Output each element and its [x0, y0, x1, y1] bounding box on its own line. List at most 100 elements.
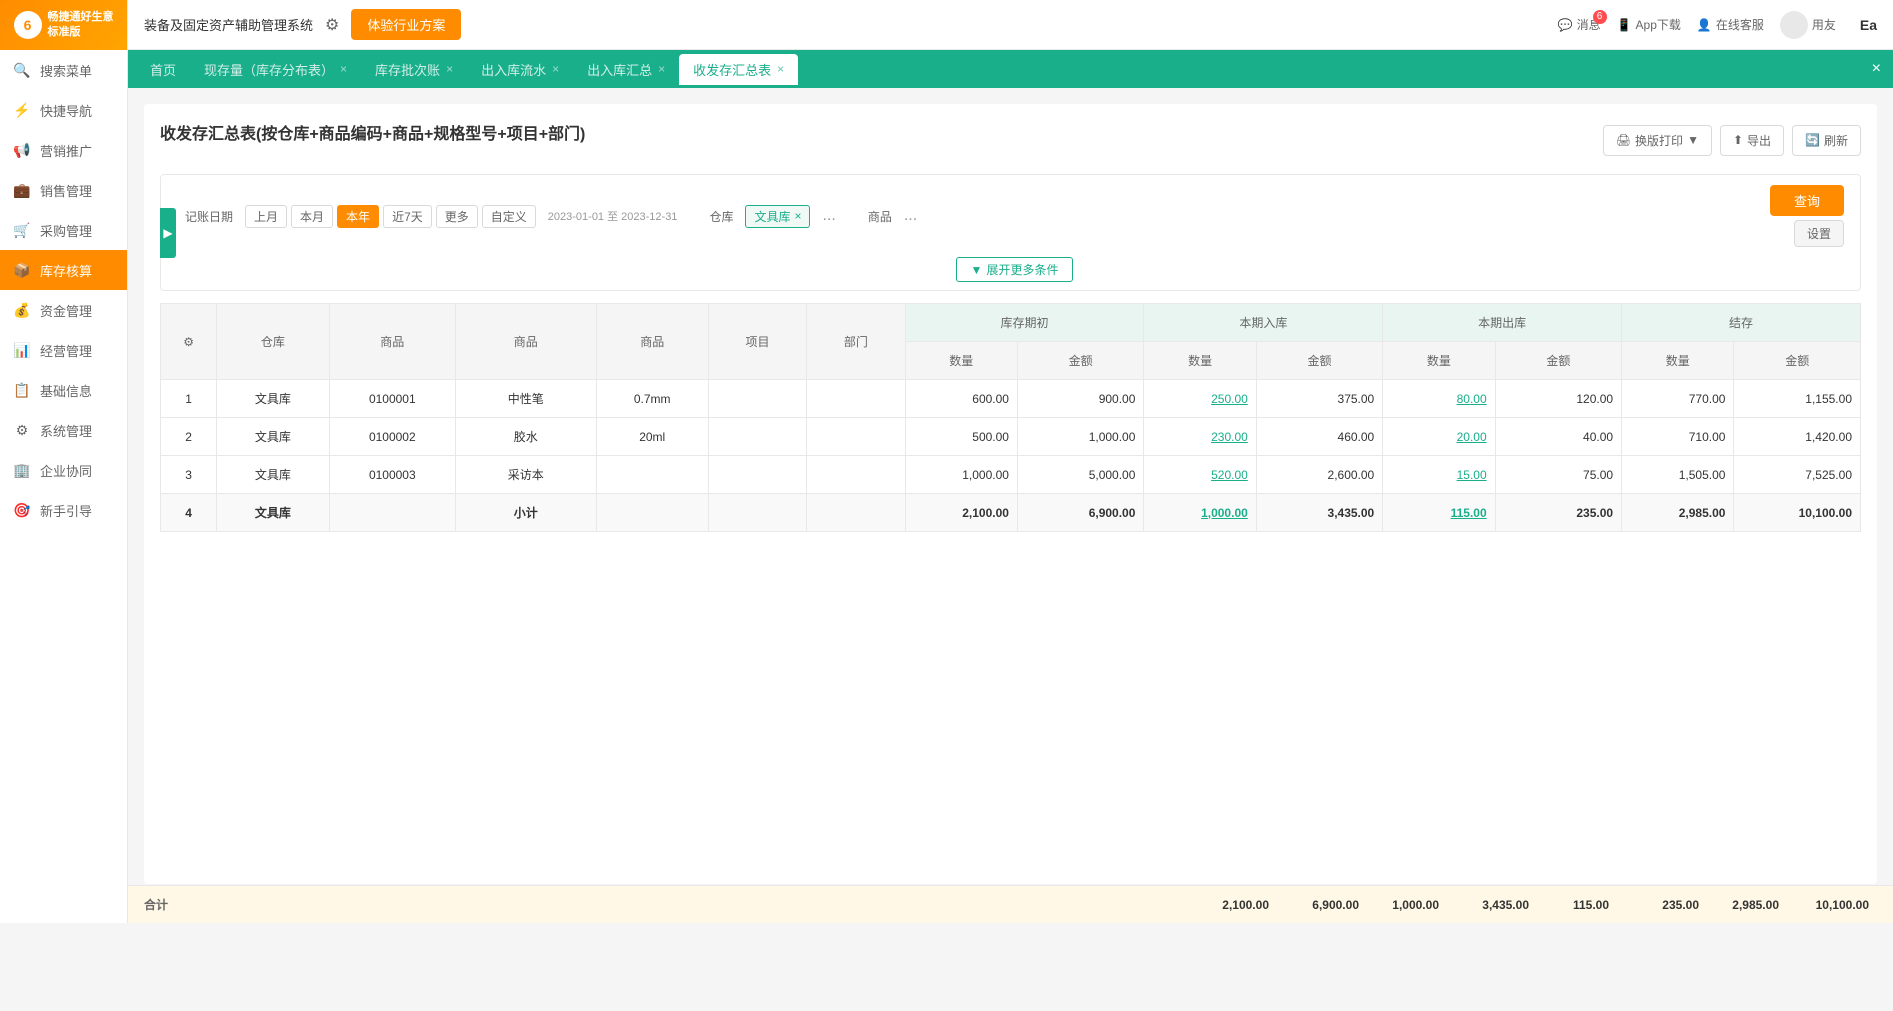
sidebar-item-inventory[interactable]: 📦 库存核算	[0, 250, 127, 290]
settings-button[interactable]: 设置	[1794, 220, 1844, 247]
tab-inout-flow[interactable]: 出入库流水×	[467, 54, 573, 85]
tab-label-receive-summary: 收发存汇总表	[693, 60, 771, 79]
tab-label-inventory-dist: 现存量（库存分布表）	[204, 60, 334, 79]
settings-col-header[interactable]: ⚙	[161, 304, 217, 380]
row-1-dept	[807, 418, 905, 456]
row-0-name: 中性笔	[456, 380, 596, 418]
message-button[interactable]: 💬 消息 6	[1558, 16, 1601, 33]
total-open-amt: 6,900.00	[1277, 898, 1367, 912]
th-open-qty: 数量	[905, 342, 1017, 380]
row-1-close-qty: 710.00	[1622, 418, 1734, 456]
warehouse-dots[interactable]: ...	[822, 207, 835, 225]
subtotal-in-qty[interactable]: 1,000.00	[1144, 494, 1256, 532]
top-right-ea: Ea	[1860, 17, 1877, 33]
sidebar-item-operations[interactable]: 📊 经营管理	[0, 330, 127, 370]
data-table: ⚙ 仓库 商品 商品 商品 项目 部门 库存期初 本期入库 本期出库 结存	[160, 303, 1861, 532]
filter-collapse-button[interactable]: ▶	[160, 208, 176, 258]
date-btn-this-year[interactable]: 本年	[337, 205, 379, 228]
th-opening-group: 库存期初	[905, 304, 1144, 342]
online-service-label: 在线客服	[1716, 16, 1764, 33]
export-button[interactable]: ⬆ 导出	[1720, 125, 1784, 156]
row-1-in-qty[interactable]: 230.00	[1144, 418, 1256, 456]
th-name: 商品	[456, 304, 596, 380]
tab-batch[interactable]: 库存批次账 ×	[361, 54, 467, 85]
row-2-open-qty: 1,000.00	[905, 456, 1017, 494]
refresh-button[interactable]: 🔄 刷新	[1792, 125, 1861, 156]
th-in-group: 本期入库	[1144, 304, 1383, 342]
date-btn-this-month[interactable]: 本月	[291, 205, 333, 228]
tab-close-batch[interactable]: ×	[446, 62, 453, 76]
row-1-index: 2	[161, 418, 217, 456]
tab-close-inout-summary[interactable]: ×	[658, 62, 665, 76]
row-1-project	[708, 418, 806, 456]
system-title: 装备及固定资产辅助管理系统	[144, 15, 313, 34]
tab-close-inventory-dist[interactable]: ×	[340, 62, 347, 76]
tab-close-receive-summary[interactable]: ×	[777, 62, 784, 76]
row-0-project	[708, 380, 806, 418]
tab-inout-summary[interactable]: 出入库汇总×	[573, 54, 679, 85]
query-button[interactable]: 查询	[1770, 185, 1844, 216]
experience-button[interactable]: 体验行业方案	[351, 9, 461, 40]
tab-label-batch: 库存批次账	[375, 60, 440, 79]
gear-icon[interactable]: ⚙	[325, 15, 339, 35]
tab-inventory-dist[interactable]: 现存量（库存分布表） ×	[190, 54, 361, 85]
sidebar-item-purchase[interactable]: 🛒 采购管理	[0, 210, 127, 250]
row-0-open-qty: 600.00	[905, 380, 1017, 418]
sidebar-item-system[interactable]: ⚙ 系统管理	[0, 410, 127, 450]
tab-home[interactable]: 首页	[136, 54, 190, 85]
sidebar-item-quick-nav[interactable]: ⚡ 快捷导航	[0, 90, 127, 130]
subtotal-out-qty[interactable]: 115.00	[1383, 494, 1495, 532]
search-icon: 🔍	[12, 60, 32, 80]
app-download-label: App下载	[1636, 16, 1681, 33]
print-dropdown-icon: ▼	[1687, 133, 1699, 147]
online-service-button[interactable]: 👤 在线客服	[1697, 16, 1764, 33]
print-button[interactable]: 🖨 换版打印 ▼	[1603, 125, 1712, 156]
th-out-amt: 金额	[1495, 342, 1621, 380]
sidebar-item-marketing[interactable]: 📢 营销推广	[0, 130, 127, 170]
sidebar-item-basic[interactable]: 📋 基础信息	[0, 370, 127, 410]
row-1-name: 胶水	[456, 418, 596, 456]
sidebar-item-enterprise[interactable]: 🏢 企业协同	[0, 450, 127, 490]
sidebar-item-search[interactable]: 🔍 搜索菜单	[0, 50, 127, 90]
row-1-out-qty[interactable]: 20.00	[1383, 418, 1495, 456]
row-0-in-qty[interactable]: 250.00	[1144, 380, 1256, 418]
table-settings-icon[interactable]: ⚙	[183, 335, 194, 349]
row-0-out-qty[interactable]: 80.00	[1383, 380, 1495, 418]
date-btn-7days[interactable]: 近7天	[383, 205, 432, 228]
page-title: 收发存汇总表(按仓库+商品编码+商品+规格型号+项目+部门)	[160, 120, 585, 144]
sidebar-item-guide[interactable]: 🎯 新手引导	[0, 490, 127, 530]
row-2-out-qty[interactable]: 15.00	[1383, 456, 1495, 494]
tab-bar: 首页现存量（库存分布表）×库存批次账×出入库流水×出入库汇总×收发存汇总表××	[128, 50, 1893, 88]
topbar: 装备及固定资产辅助管理系统 ⚙ 体验行业方案 💬 消息 6 📱 App下载 👤 …	[128, 0, 1893, 50]
product-dots[interactable]: ...	[904, 207, 917, 225]
sidebar-label-search: 搜索菜单	[40, 61, 92, 80]
tab-receive-summary[interactable]: 收发存汇总表 ×	[679, 54, 798, 85]
sidebar-label-system: 系统管理	[40, 421, 92, 440]
main-content: 收发存汇总表(按仓库+商品编码+商品+规格型号+项目+部门) 🖨 换版打印 ▼ …	[128, 88, 1893, 923]
date-btn-custom[interactable]: 自定义	[482, 205, 536, 228]
row-0-close-amt: 1,155.00	[1734, 380, 1861, 418]
subtotal-index: 4	[161, 494, 217, 532]
operations-icon: 📊	[12, 340, 32, 360]
user-menu[interactable]: 用友	[1780, 11, 1836, 39]
sidebar-item-sales[interactable]: 💼 销售管理	[0, 170, 127, 210]
tab-close-inout-flow[interactable]: ×	[552, 62, 559, 76]
date-btn-more[interactable]: 更多	[436, 205, 478, 228]
sidebar-item-finance[interactable]: 💰 资金管理	[0, 290, 127, 330]
row-2-out-amt: 75.00	[1495, 456, 1621, 494]
app-download-button[interactable]: 📱 App下载	[1617, 16, 1681, 33]
row-0-code: 0100001	[329, 380, 455, 418]
row-0-warehouse: 文具库	[217, 380, 329, 418]
tab-bar-close-button[interactable]: ×	[1868, 56, 1885, 82]
row-2-warehouse: 文具库	[217, 456, 329, 494]
warehouse-tag: 文具库 ×	[745, 205, 810, 228]
sidebar-label-finance: 资金管理	[40, 301, 92, 320]
date-btn-last-month[interactable]: 上月	[245, 205, 287, 228]
row-2-in-qty[interactable]: 520.00	[1144, 456, 1256, 494]
warehouse-tag-close[interactable]: ×	[794, 209, 801, 223]
finance-icon: 💰	[12, 300, 32, 320]
row-0-in-amt: 375.00	[1256, 380, 1382, 418]
system-icon: ⚙	[12, 420, 32, 440]
subtotal-open-amt: 6,900.00	[1017, 494, 1143, 532]
expand-conditions-button[interactable]: ▼ 展开更多条件	[956, 257, 1074, 282]
